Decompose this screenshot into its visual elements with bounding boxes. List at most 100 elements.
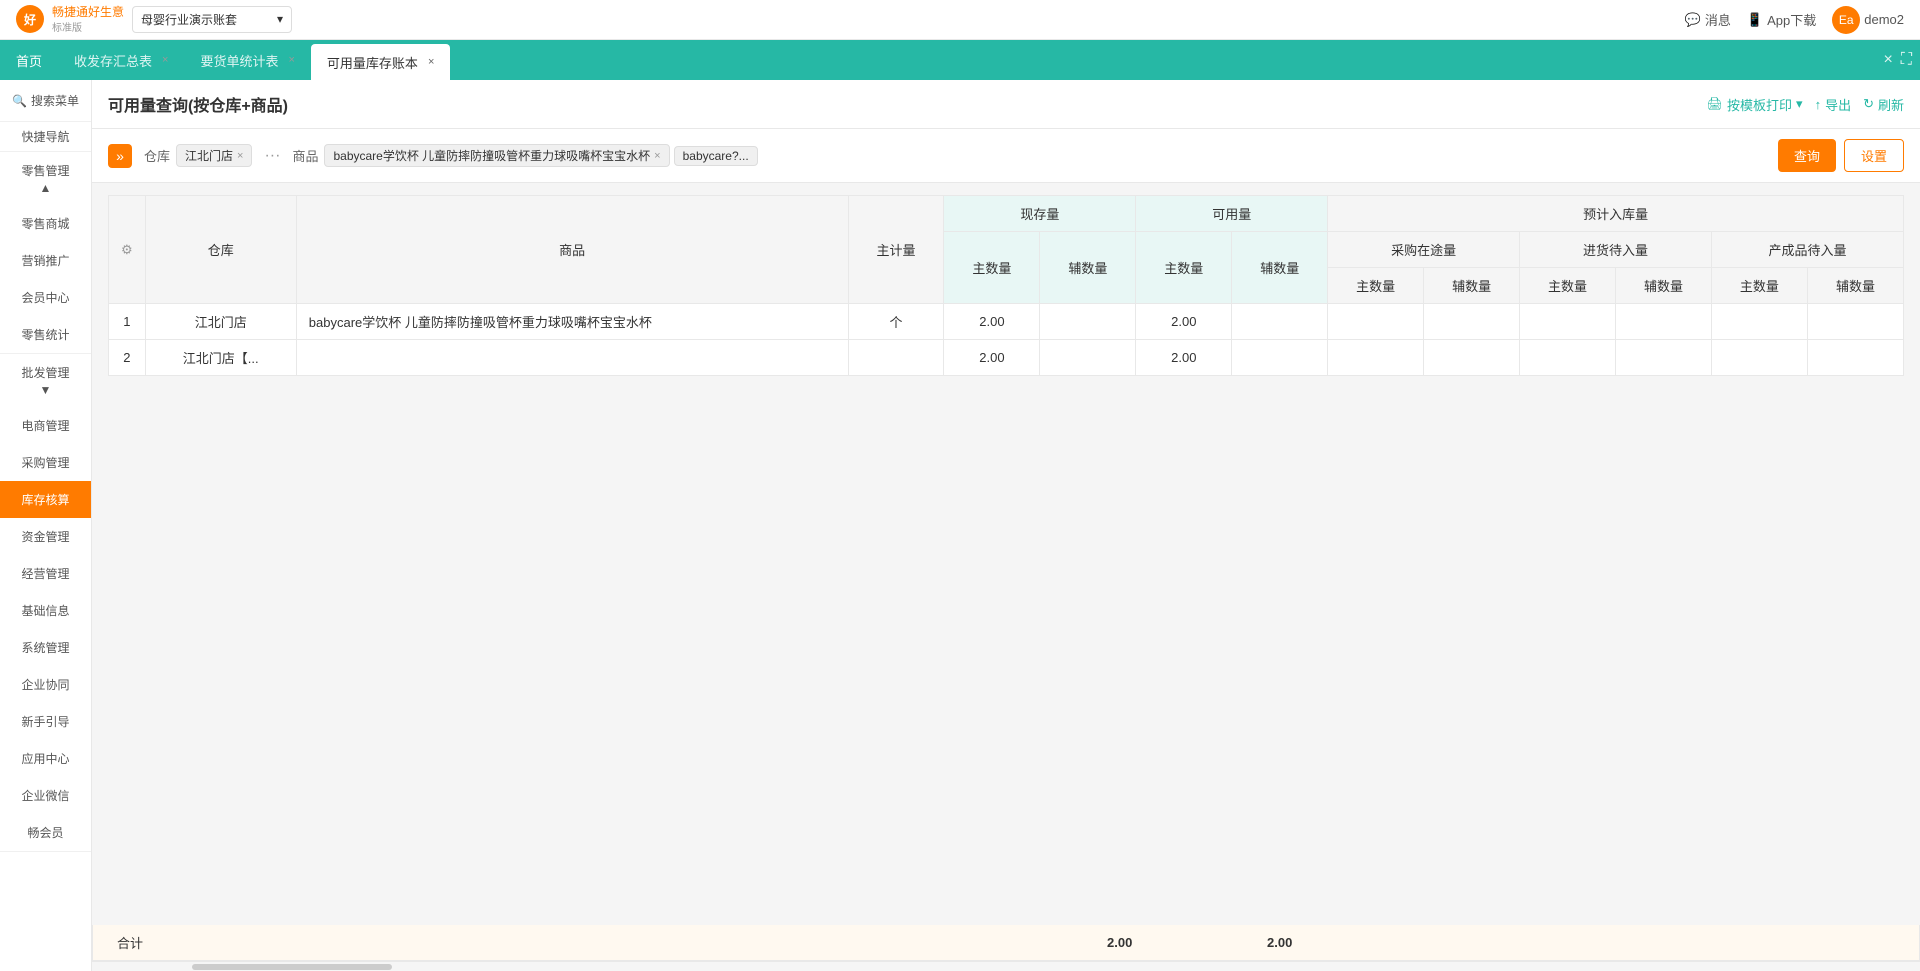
row-unit-1 xyxy=(848,340,944,376)
row-stock-aux-1 xyxy=(1040,340,1136,376)
tab-collection-summary[interactable]: 收发存汇总表 × xyxy=(58,40,184,80)
main-unit-col-header: 主计量 xyxy=(848,196,944,304)
message-icon: 💬 xyxy=(1685,12,1701,28)
sidebar-item-new-guide[interactable]: 新手引导 xyxy=(0,703,91,740)
sidebar-item-member[interactable]: 会员中心 xyxy=(0,279,91,316)
horizontal-scrollbar[interactable] xyxy=(92,961,1920,971)
row-avail-aux-1 xyxy=(1232,340,1328,376)
warehouse-tag-close[interactable]: × xyxy=(237,150,243,162)
product-filter: 商品 babycare学饮杯 儿童防摔防撞吸管杯重力球吸嘴杯宝宝水杯 × bab… xyxy=(292,144,757,167)
member-label: 会员中心 xyxy=(21,289,69,306)
summary-label: 合计 xyxy=(105,933,155,952)
summary-avail-main: 2.00 xyxy=(1267,935,1347,950)
query-btn[interactable]: 查询 xyxy=(1778,139,1836,172)
row-product-aux-0 xyxy=(1807,304,1903,340)
table-footer: 合计 2.00 2.00 xyxy=(92,925,1920,961)
sidebar-item-system[interactable]: 系统管理 xyxy=(0,629,91,666)
warehouse-tag[interactable]: 江北门店 × xyxy=(176,144,252,167)
sidebar-item-inventory[interactable]: 库存核算 xyxy=(0,481,91,518)
user-info[interactable]: Ea demo2 xyxy=(1832,6,1904,34)
product-main-qty-header: 主数量 xyxy=(1711,268,1807,304)
avatar: Ea xyxy=(1832,6,1860,34)
scrollbar-thumb[interactable] xyxy=(192,964,392,970)
nav-tabs: 首页 收发存汇总表 × 要货单统计表 × 可用量库存账本 × × ⛶ xyxy=(0,40,1920,80)
warehouse-filter: 仓库 江北门店 × xyxy=(144,144,252,167)
app-download-btn[interactable]: 📱 App下载 xyxy=(1747,10,1816,29)
row-index-0: 1 xyxy=(109,304,146,340)
row-inbound-aux-1 xyxy=(1616,340,1712,376)
nav-expand-btn[interactable]: ⛶ xyxy=(1901,51,1912,69)
tab-order-stats[interactable]: 要货单统计表 × xyxy=(184,40,310,80)
product-pending-header: 产成品待入量 xyxy=(1711,232,1903,268)
warehouse-col-header: 仓库 xyxy=(145,196,296,304)
settings-col-header: ⚙ xyxy=(109,196,146,304)
tab-label-2: 可用量库存账本 xyxy=(327,53,418,72)
sidebar: 🔍 搜索菜单 快捷导航 零售管理 ▲ 零售商城 营销推广 会员中心 零售统计 xyxy=(0,80,92,971)
filter-expand-btn[interactable]: » xyxy=(108,144,132,168)
retail-stats-label: 零售统计 xyxy=(21,326,69,343)
page-title: 可用量查询(按仓库+商品) xyxy=(108,92,288,128)
product-tag-1[interactable]: babycare学饮杯 儿童防摔防撞吸管杯重力球吸嘴杯宝宝水杯 × xyxy=(324,144,669,167)
sidebar-item-business[interactable]: 经营管理 xyxy=(0,555,91,592)
sidebar-item-retail-mall[interactable]: 零售商城 xyxy=(0,205,91,242)
sidebar-quick-nav[interactable]: 快捷导航 xyxy=(0,122,91,152)
sidebar-item-basic[interactable]: 基础信息 xyxy=(0,592,91,629)
row-inbound-main-1 xyxy=(1520,340,1616,376)
username: demo2 xyxy=(1864,12,1904,27)
filter-more-1[interactable]: ··· xyxy=(264,147,280,165)
gear-icon[interactable]: ⚙ xyxy=(121,242,133,257)
app-center-label: 应用中心 xyxy=(21,750,69,767)
sidebar-item-enterprise-wechat[interactable]: 企业微信 xyxy=(0,777,91,814)
refresh-label: 刷新 xyxy=(1878,95,1904,114)
row-product-1 xyxy=(296,340,848,376)
product-tags: babycare学饮杯 儿童防摔防撞吸管杯重力球吸嘴杯宝宝水杯 × babyca… xyxy=(324,144,757,167)
tab-label-0: 收发存汇总表 xyxy=(74,51,152,70)
tab-close-2[interactable]: × xyxy=(428,56,434,68)
retail-mall-label: 零售商城 xyxy=(21,215,69,232)
sidebar-item-wholesale[interactable]: 批发管理 ▼ xyxy=(0,354,91,407)
refresh-btn[interactable]: ↻ 刷新 xyxy=(1863,95,1904,114)
print-btn[interactable]: 🖨 按模板打印 ▾ xyxy=(1707,95,1803,114)
stock-main-qty-header: 主数量 xyxy=(944,232,1040,304)
refresh-icon: ↻ xyxy=(1863,96,1874,112)
sidebar-item-app-center[interactable]: 应用中心 xyxy=(0,740,91,777)
new-guide-label: 新手引导 xyxy=(21,713,69,730)
sidebar-item-retail-stats[interactable]: 零售统计 xyxy=(0,316,91,353)
row-inbound-aux-0 xyxy=(1616,304,1712,340)
print-label: 按模板打印 xyxy=(1727,95,1792,114)
sidebar-item-finance[interactable]: 资金管理 xyxy=(0,518,91,555)
tab-close-0[interactable]: × xyxy=(162,54,168,66)
sidebar-item-purchase[interactable]: 采购管理 xyxy=(0,444,91,481)
search-menu-btn[interactable]: 🔍 搜索菜单 xyxy=(8,88,83,113)
warehouse-tags: 江北门店 × xyxy=(176,144,252,167)
table-row: 1 江北门店 babycare学饮杯 儿童防摔防撞吸管杯重力球吸嘴杯宝宝水杯 个… xyxy=(109,304,1904,340)
sidebar-item-member2[interactable]: 畅会员 xyxy=(0,814,91,851)
avail-aux-qty-header: 辅数量 xyxy=(1232,232,1328,304)
summary-stock-main: 2.00 xyxy=(1107,935,1187,950)
nav-close-btn[interactable]: × xyxy=(1883,51,1892,69)
sidebar-item-marketing[interactable]: 营销推广 xyxy=(0,242,91,279)
tab-close-1[interactable]: × xyxy=(288,54,294,66)
product-tag-1-close[interactable]: × xyxy=(654,150,660,162)
filter-action-buttons: 查询 设置 xyxy=(1778,139,1904,172)
enterprise-label: 企业协同 xyxy=(21,676,69,693)
enterprise-wechat-label: 企业微信 xyxy=(21,787,69,804)
product-tag-1-value: babycare学饮杯 儿童防摔防撞吸管杯重力球吸嘴杯宝宝水杯 xyxy=(333,147,650,164)
tab-inventory-book[interactable]: 可用量库存账本 × xyxy=(311,44,450,80)
message-btn[interactable]: 💬 消息 xyxy=(1685,10,1731,29)
tab-home[interactable]: 首页 xyxy=(0,40,58,80)
sidebar-item-enterprise[interactable]: 企业协同 xyxy=(0,666,91,703)
export-btn[interactable]: ↑ 导出 xyxy=(1815,95,1852,114)
printer-icon: 🖨 xyxy=(1707,96,1724,112)
top-bar: 好 畅捷通好生意 标准版 母婴行业演示账套 ▾ 💬 消息 📱 App下载 Ea … xyxy=(0,0,1920,40)
row-inbound-main-0 xyxy=(1520,304,1616,340)
setting-btn[interactable]: 设置 xyxy=(1844,139,1904,172)
sidebar-item-retail-mgmt[interactable]: 零售管理 ▲ xyxy=(0,152,91,205)
company-selector[interactable]: 母婴行业演示账套 ▾ xyxy=(132,6,292,33)
row-stock-aux-0 xyxy=(1040,304,1136,340)
member2-label: 畅会员 xyxy=(27,824,63,841)
row-purchase-aux-1 xyxy=(1424,340,1520,376)
page-header: 可用量查询(按仓库+商品) 🖨 按模板打印 ▾ ↑ 导出 ↻ 刷新 xyxy=(92,80,1920,129)
product-tag-2[interactable]: babycare?... xyxy=(674,146,758,166)
sidebar-item-ecommerce[interactable]: 电商管理 xyxy=(0,407,91,444)
